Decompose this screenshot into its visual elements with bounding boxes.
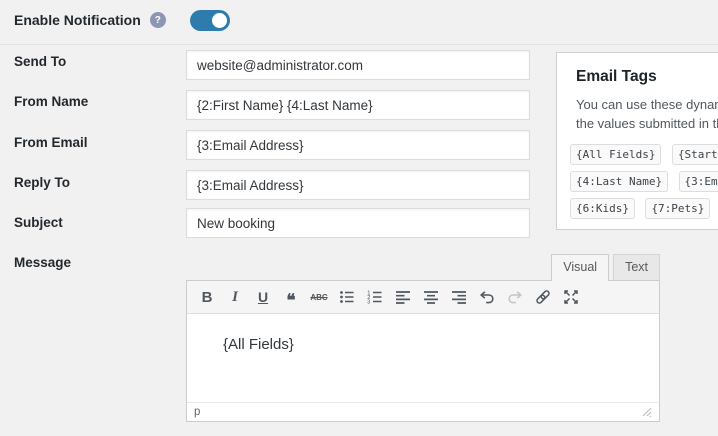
- toggle-knob: [212, 13, 227, 28]
- editor-path[interactable]: p: [194, 406, 200, 418]
- strikethrough-button[interactable]: ABC: [305, 285, 333, 309]
- help-icon[interactable]: ?: [150, 12, 166, 28]
- align-center-icon: [422, 288, 440, 306]
- resize-grip-icon: [642, 407, 652, 417]
- bulleted-list-button[interactable]: [333, 285, 361, 309]
- numbered-list-icon: 1 2 3: [366, 288, 384, 306]
- description-line-1: You can use these dynamic ta: [576, 97, 718, 112]
- from-email-label: From Email: [14, 135, 88, 150]
- email-tag-list: {All Fields} {Start {4:Last Name} {3:Ema…: [570, 144, 718, 219]
- email-tag-pets[interactable]: {7:Pets}: [645, 198, 710, 219]
- email-tags-title: Email Tags: [576, 68, 718, 86]
- enable-notification-label: Enable Notification: [14, 12, 141, 28]
- fullscreen-icon: [562, 288, 580, 306]
- reply-to-label: Reply To: [14, 175, 70, 190]
- tab-text[interactable]: Text: [613, 254, 660, 280]
- align-left-button[interactable]: [389, 285, 417, 309]
- align-left-icon: [394, 288, 412, 306]
- tag-row: {4:Last Name} {3:Ema: [570, 171, 718, 192]
- email-tag-kids[interactable]: {6:Kids}: [570, 198, 635, 219]
- svg-text:3: 3: [367, 300, 370, 306]
- link-button[interactable]: [529, 285, 557, 309]
- underline-button[interactable]: U: [249, 285, 277, 309]
- blockquote-icon: ❝: [286, 288, 295, 306]
- message-editor: Visual Text B I U ❝ ABC 1 2 3: [186, 255, 660, 422]
- italic-icon: I: [232, 289, 238, 306]
- from-name-input[interactable]: [186, 90, 530, 120]
- row-divider: [0, 44, 718, 45]
- redo-button[interactable]: [501, 285, 529, 309]
- send-to-label: Send To: [14, 54, 66, 69]
- italic-button[interactable]: I: [221, 285, 249, 309]
- link-icon: [534, 288, 552, 306]
- from-name-label: From Name: [14, 94, 88, 109]
- redo-icon: [506, 288, 524, 306]
- bold-button[interactable]: B: [193, 285, 221, 309]
- subject-label: Subject: [14, 215, 63, 230]
- editor-content[interactable]: {All Fields}: [187, 314, 659, 402]
- tag-row: {All Fields} {Start: [570, 144, 718, 165]
- editor-container: B I U ❝ ABC 1 2 3: [186, 280, 660, 422]
- email-tags-description: You can use these dynamic ta the values …: [576, 95, 718, 133]
- align-center-button[interactable]: [417, 285, 445, 309]
- email-tags-panel: Email Tags You can use these dynamic ta …: [556, 52, 718, 230]
- bold-icon: B: [202, 289, 213, 306]
- align-right-button[interactable]: [445, 285, 473, 309]
- enable-notification-toggle[interactable]: [190, 10, 230, 31]
- strikethrough-icon: ABC: [310, 293, 327, 302]
- undo-icon: [478, 288, 496, 306]
- email-tag-last-name[interactable]: {4:Last Name}: [570, 171, 668, 192]
- numbered-list-button[interactable]: 1 2 3: [361, 285, 389, 309]
- tag-row: {6:Kids} {7:Pets} {: [570, 198, 718, 219]
- subject-input[interactable]: [186, 208, 530, 238]
- bulleted-list-icon: [338, 288, 356, 306]
- tab-visual[interactable]: Visual: [551, 254, 609, 281]
- email-tag-all-fields[interactable]: {All Fields}: [570, 144, 661, 165]
- resize-handle[interactable]: [642, 407, 652, 417]
- send-to-input[interactable]: [186, 50, 530, 80]
- editor-statusbar: p: [187, 402, 659, 421]
- from-email-input[interactable]: [186, 130, 530, 160]
- blockquote-button[interactable]: ❝: [277, 285, 305, 309]
- align-right-icon: [450, 288, 468, 306]
- enable-notification-row: Enable Notification ?: [14, 12, 166, 28]
- email-tag-email[interactable]: {3:Ema: [679, 171, 718, 192]
- fullscreen-button[interactable]: [557, 285, 585, 309]
- editor-tabs: Visual Text: [186, 255, 660, 280]
- underline-icon: U: [258, 289, 268, 305]
- editor-toolbar: B I U ❝ ABC 1 2 3: [187, 281, 659, 314]
- message-label: Message: [14, 255, 71, 270]
- description-line-2: the values submitted in the f: [576, 116, 718, 131]
- reply-to-input[interactable]: [186, 170, 530, 200]
- email-tag-start[interactable]: {Start: [672, 144, 718, 165]
- undo-button[interactable]: [473, 285, 501, 309]
